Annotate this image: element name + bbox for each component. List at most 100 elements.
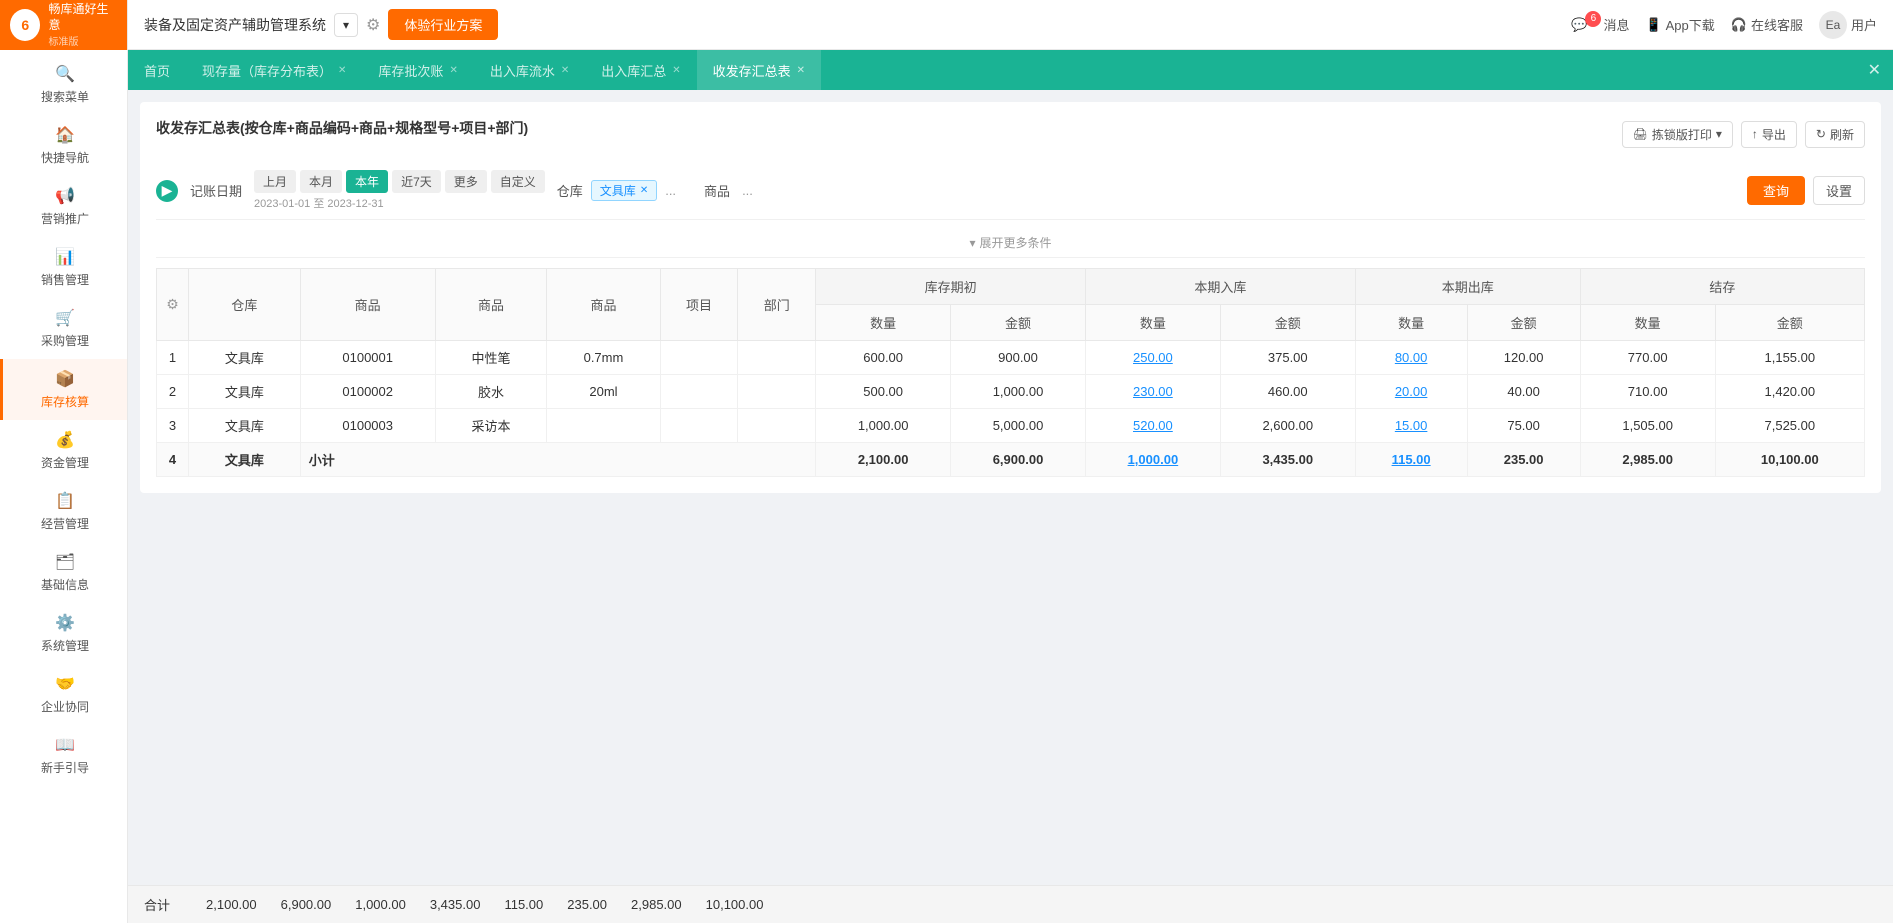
tab-label-batch-accounts: 库存批次账: [378, 61, 443, 80]
col-goods-code-header: 商品: [300, 269, 435, 341]
subtotal-bal-amt: 10,100.00: [1715, 443, 1864, 477]
tab-summary-io[interactable]: 出入库汇总✕: [585, 50, 696, 90]
sidebar-item-finance[interactable]: 💰 资金管理: [0, 420, 127, 481]
tab-close-stock-dist[interactable]: ✕: [338, 65, 346, 76]
sidebar-item-guide[interactable]: 📖 新手引导: [0, 725, 127, 786]
cell-bal-amt: 1,420.00: [1715, 375, 1864, 409]
sidebar-item-search[interactable]: 🔍 搜索菜单: [0, 54, 127, 115]
date-btn-custom[interactable]: 自定义: [491, 170, 545, 193]
warehouse-filter: 仓库 文具库 ✕ ...: [557, 180, 676, 201]
expand-more-btn[interactable]: ▾ 展开更多条件: [969, 234, 1051, 251]
tab-stock-dist[interactable]: 现存量（库存分布表）✕: [186, 50, 362, 90]
tab-close-flow[interactable]: ✕: [561, 65, 569, 76]
sidebar-item-quick-nav[interactable]: 🏠 快捷导航: [0, 115, 127, 176]
date-label: 记账日期: [190, 181, 242, 200]
sidebar-nav: 🔍 搜索菜单 🏠 快捷导航 📢 营销推广 📊 销售管理 🛒 采购管理 📦 库存核…: [0, 50, 127, 923]
col-opening-header: 库存期初: [816, 269, 1086, 305]
warehouse-label: 仓库: [557, 181, 583, 200]
tab-flow[interactable]: 出入库流水✕: [474, 50, 585, 90]
gear-icon[interactable]: ⚙: [366, 15, 380, 35]
subtotal-out-qty[interactable]: 115.00: [1355, 443, 1467, 477]
sidebar-item-purchase[interactable]: 🛒 采购管理: [0, 298, 127, 359]
col-settings-icon[interactable]: ⚙: [166, 296, 179, 312]
sidebar-item-inventory[interactable]: 📦 库存核算: [0, 359, 127, 420]
subtotal-open-amt: 6,900.00: [951, 443, 1086, 477]
cell-warehouse: 文具库: [189, 375, 301, 409]
tabs-bar: 首页现存量（库存分布表）✕库存批次账✕出入库流水✕出入库汇总✕收发存汇总表✕ ✕: [128, 50, 1893, 90]
logo-icon: 6: [10, 9, 40, 41]
user-btn[interactable]: Ea 用户: [1819, 11, 1877, 39]
experience-btn[interactable]: 体验行业方案: [388, 9, 498, 40]
app-download-btn[interactable]: 📱 App下载: [1645, 15, 1714, 34]
sidebar-label-base-info: 基础信息: [41, 576, 89, 593]
sidebar-item-operations[interactable]: 📋 经营管理: [0, 481, 127, 542]
export-btn[interactable]: ↑ 导出: [1741, 121, 1797, 148]
date-btn-last-month[interactable]: 上月: [254, 170, 296, 193]
sidebar-icon-base-info: 🗂: [55, 552, 75, 572]
sidebar-label-search: 搜索菜单: [41, 88, 89, 105]
cell-spec: 0.7mm: [547, 341, 660, 375]
online-service-btn[interactable]: 🎧 在线客服: [1731, 15, 1803, 34]
refresh-btn[interactable]: ↻ 刷新: [1805, 121, 1865, 148]
tab-batch-accounts[interactable]: 库存批次账 ✕: [362, 50, 473, 90]
tab-close-recv-send-summary[interactable]: ✕: [797, 65, 805, 76]
cell-bal-amt: 7,525.00: [1715, 409, 1864, 443]
warehouse-tag-close[interactable]: ✕: [640, 185, 648, 196]
message-btn[interactable]: 💬 6 消息: [1571, 15, 1629, 34]
sidebar-item-base-info[interactable]: 🗂 基础信息: [0, 542, 127, 603]
sidebar: 6 畅库通好生意 标准版 🔍 搜索菜单 🏠 快捷导航 📢 营销推广 📊 销售管理…: [0, 0, 128, 923]
sidebar-item-enterprise[interactable]: 🤝 企业协同: [0, 664, 127, 725]
tab-label-home: 首页: [144, 61, 170, 80]
filter-row: ▶ 记账日期 上月 本月 本年 近7天 更多 自定义 2023-01-01 至 …: [156, 162, 1865, 220]
date-btn-7days[interactable]: 近7天: [392, 170, 441, 193]
date-btn-this-month[interactable]: 本月: [300, 170, 342, 193]
sidebar-item-sales[interactable]: 📊 销售管理: [0, 237, 127, 298]
date-btns: 上月 本月 本年 近7天 更多 自定义 2023-01-01 至 2023-12…: [254, 170, 545, 211]
cell-out-qty[interactable]: 15.00: [1355, 409, 1467, 443]
warehouse-more-btn[interactable]: ...: [665, 183, 676, 198]
date-btn-this-year[interactable]: 本年: [346, 170, 388, 193]
col-open-qty-sub: 数量: [816, 305, 951, 341]
cell-in-qty[interactable]: 520.00: [1085, 409, 1220, 443]
cell-out-qty[interactable]: 80.00: [1355, 341, 1467, 375]
cell-code: 0100003: [300, 409, 435, 443]
sidebar-icon-search: 🔍: [55, 64, 75, 84]
col-settings: ⚙: [157, 269, 189, 341]
page-title: 收发存汇总表(按仓库+商品编码+商品+规格型号+项目+部门): [156, 118, 528, 138]
subtotal-in-qty[interactable]: 1,000.00: [1085, 443, 1220, 477]
close-all-tabs-btn[interactable]: ✕: [1856, 60, 1893, 80]
print-btn[interactable]: 🖨 拣锁版打印 ▾: [1622, 121, 1733, 148]
tab-close-batch-accounts[interactable]: ✕: [449, 65, 457, 76]
sidebar-icon-quick-nav: 🏠: [55, 125, 75, 145]
cell-spec: 20ml: [547, 375, 660, 409]
cell-open-qty: 1,000.00: [816, 409, 951, 443]
settings-btn[interactable]: 设置: [1813, 176, 1865, 205]
cell-open-qty: 500.00: [816, 375, 951, 409]
cell-in-amt: 375.00: [1220, 341, 1355, 375]
cell-in-qty[interactable]: 250.00: [1085, 341, 1220, 375]
tab-close-summary-io[interactable]: ✕: [672, 65, 680, 76]
cell-in-qty[interactable]: 230.00: [1085, 375, 1220, 409]
cell-out-qty[interactable]: 20.00: [1355, 375, 1467, 409]
col-dept-header: 部门: [738, 269, 816, 341]
tab-home[interactable]: 首页: [128, 50, 186, 90]
cell-item: [660, 409, 738, 443]
cell-in-amt: 2,600.00: [1220, 409, 1355, 443]
date-btn-more[interactable]: 更多: [445, 170, 487, 193]
col-balance-header: 结存: [1580, 269, 1864, 305]
total-out-amt: 235.00: [555, 897, 619, 912]
app-title: 畅库通好生意: [48, 2, 117, 33]
headset-icon: 🎧: [1731, 17, 1747, 33]
sidebar-icon-finance: 💰: [55, 430, 75, 450]
total-open-qty: 2,100.00: [194, 897, 269, 912]
query-btn[interactable]: 查询: [1747, 176, 1805, 205]
tab-recv-send-summary[interactable]: 收发存汇总表✕: [697, 50, 821, 90]
goods-more-btn[interactable]: ...: [742, 183, 753, 198]
cell-bal-amt: 1,155.00: [1715, 341, 1864, 375]
system-dropdown[interactable]: ▾: [334, 13, 358, 37]
filter-expand-btn[interactable]: ▶: [156, 180, 178, 202]
total-out-qty: 115.00: [492, 897, 555, 912]
sidebar-item-system[interactable]: ⚙️ 系统管理: [0, 603, 127, 664]
sidebar-item-marketing[interactable]: 📢 营销推广: [0, 176, 127, 237]
sidebar-label-quick-nav: 快捷导航: [41, 149, 89, 166]
